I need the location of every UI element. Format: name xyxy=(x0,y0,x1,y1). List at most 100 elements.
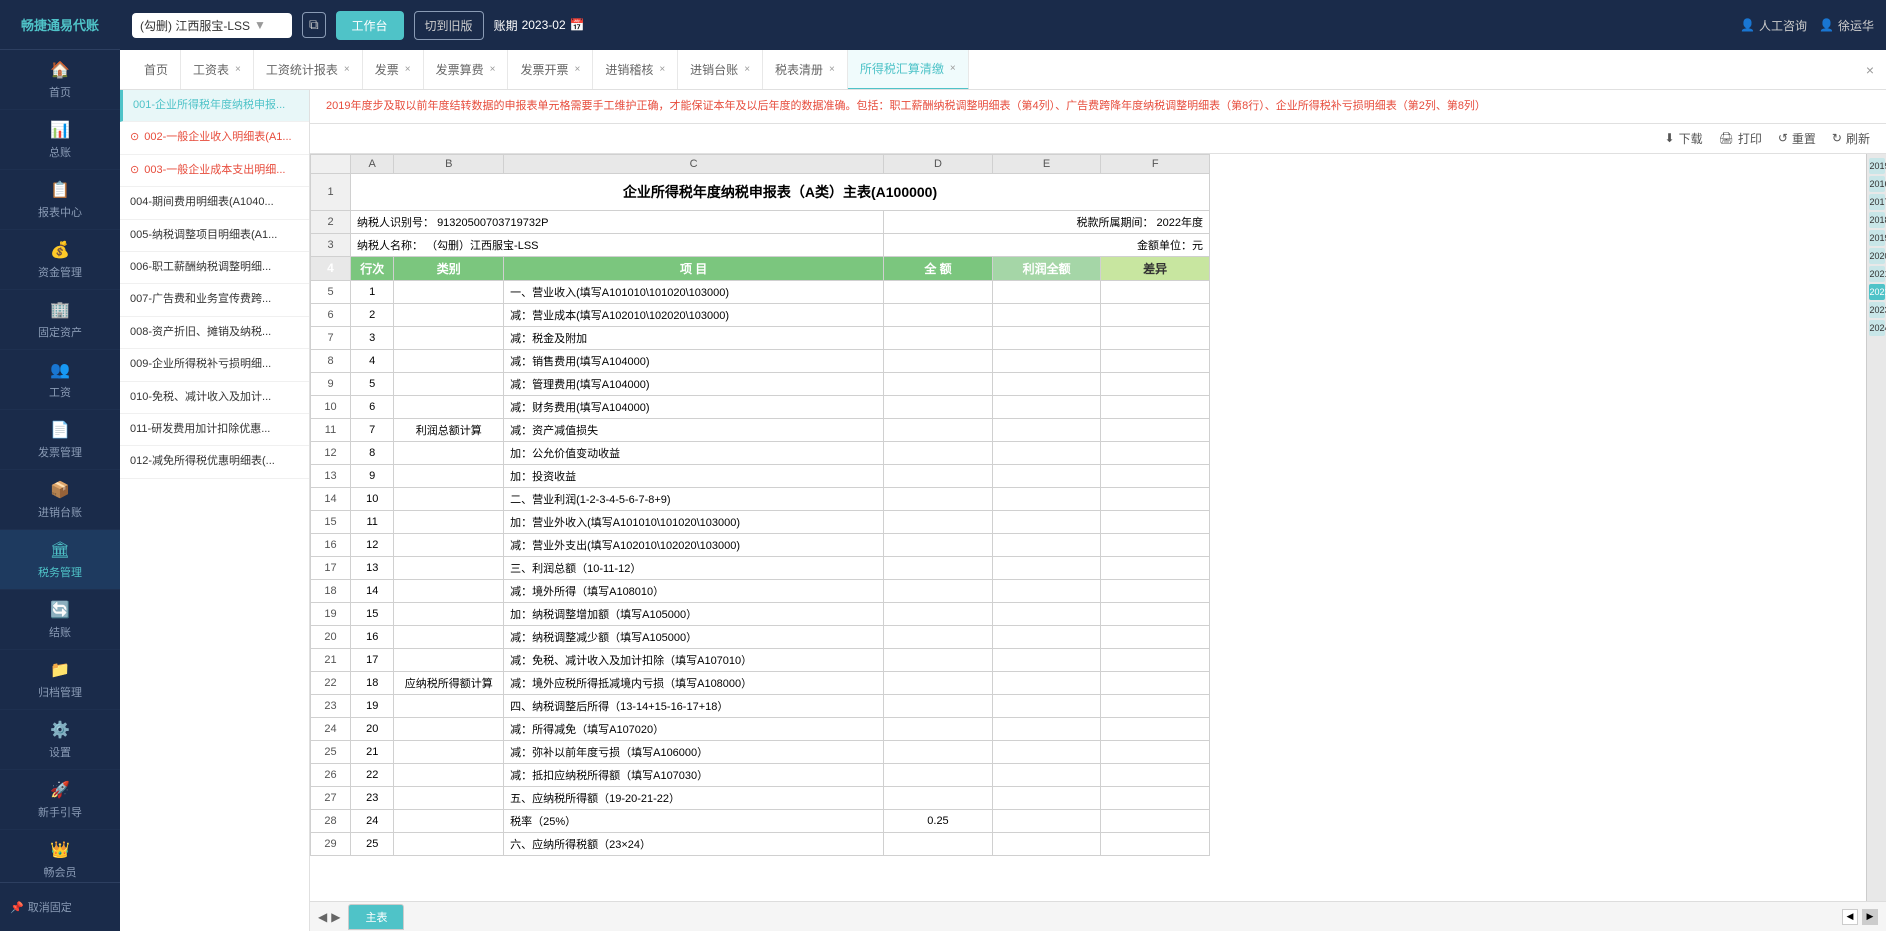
tab-invoice-calc[interactable]: 发票算费 × xyxy=(424,50,509,90)
unpin-button[interactable]: 📌 取消固定 xyxy=(10,893,110,921)
purchase-icon: 📦 xyxy=(50,480,70,500)
close-icon[interactable]: × xyxy=(405,64,411,75)
close-icon[interactable]: × xyxy=(235,64,241,75)
spreadsheet-scroll[interactable]: A B C D E F xyxy=(310,154,1866,902)
tax-list-item-012[interactable]: 012-减免所得税优惠明细表(... xyxy=(120,446,309,478)
error-icon: ⊙ xyxy=(130,164,139,176)
sidebar-item-archive[interactable]: 📁 归档管理 xyxy=(0,650,120,710)
tab-home[interactable]: 首页 xyxy=(132,50,181,90)
year-btn-2018[interactable]: 2018 xyxy=(1869,212,1885,228)
close-all-button[interactable]: × xyxy=(1866,62,1874,78)
tab-tax-clear[interactable]: 税表清册 × xyxy=(763,50,848,90)
year-btn-2019-top[interactable]: 2019 xyxy=(1869,158,1885,174)
close-icon[interactable]: × xyxy=(659,64,665,75)
year-btn-2022[interactable]: 2022 xyxy=(1869,284,1885,300)
tax-list-item-011[interactable]: 011-研发费用加计扣除优惠... xyxy=(120,414,309,446)
tax-icon: 🏛 xyxy=(50,540,70,560)
year-btn-2020[interactable]: 2020 xyxy=(1869,248,1885,264)
close-icon[interactable]: × xyxy=(829,64,835,75)
reports-icon: 📋 xyxy=(50,180,70,200)
sidebar-item-assets[interactable]: 🏢 固定资产 xyxy=(0,290,120,350)
download-button[interactable]: ⬇ 下载 xyxy=(1665,130,1703,147)
sheet-tab-main[interactable]: 主表 xyxy=(348,904,404,930)
close-icon[interactable]: × xyxy=(344,64,350,75)
tax-list-item-007[interactable]: 007-广告费和业务宣传费跨... xyxy=(120,284,309,316)
tab-invoice[interactable]: 发票 × xyxy=(363,50,424,90)
sidebar-item-tax[interactable]: 🏛 税务管理 xyxy=(0,530,120,590)
tax-list-item-label: 007-广告费和业务宣传费跨... xyxy=(130,293,271,305)
sidebar-item-ledger[interactable]: 📊 总账 xyxy=(0,110,120,170)
close-icon[interactable]: × xyxy=(574,64,580,75)
user-profile-button[interactable]: 👤 徐运华 xyxy=(1819,17,1874,34)
table-row: 16 12 减：营业外支出(填写A102010\102020\103000) xyxy=(311,533,1210,556)
tax-list-item-009[interactable]: 009-企业所得税补亏损明细... xyxy=(120,349,309,381)
user-icon: 👤 xyxy=(1819,18,1834,32)
page-nav-right[interactable]: ▶ xyxy=(1862,909,1878,925)
tax-list-item-006[interactable]: 006-职工薪酬纳税调整明细... xyxy=(120,252,309,284)
sidebar-item-invoice[interactable]: 📄 发票管理 xyxy=(0,410,120,470)
year-btn-2017[interactable]: 2017 xyxy=(1869,194,1885,210)
year-btn-2021[interactable]: 2021 xyxy=(1869,266,1885,282)
reset-button[interactable]: ↺ 重置 xyxy=(1778,130,1816,147)
tab-purchase-ledger[interactable]: 进销台账 × xyxy=(678,50,763,90)
sidebar: 畅捷通易代账 🏠 首页 📊 总账 📋 报表中心 💰 资金管理 🏢 固定资产 xyxy=(0,0,120,931)
table-row: 11 7 利润总额计算 减：资产减值损失 xyxy=(311,418,1210,441)
table-title: 企业所得税年度纳税申报表（A类）主表(A100000) xyxy=(351,173,1210,210)
page-nav-left[interactable]: ◀ xyxy=(1842,909,1858,925)
close-icon[interactable]: × xyxy=(950,63,956,74)
sidebar-item-settings[interactable]: ⚙️ 设置 xyxy=(0,710,120,770)
tab-payslip[interactable]: 工资表 × xyxy=(181,50,254,90)
tax-list-item-002[interactable]: ⊙ 002-一般企业收入明细表(A1... xyxy=(120,122,309,154)
sidebar-item-vip[interactable]: 👑 畅会员 xyxy=(0,830,120,882)
year-btn-2019[interactable]: 2019 xyxy=(1869,230,1885,246)
tab-income-tax[interactable]: 所得税汇算清缴 × xyxy=(848,50,969,90)
ai-consult-button[interactable]: 👤 人工咨询 xyxy=(1740,17,1807,34)
sidebar-item-finance[interactable]: 💰 资金管理 xyxy=(0,230,120,290)
sidebar-item-payroll[interactable]: 👥 工资 xyxy=(0,350,120,410)
workbench-button[interactable]: 工作台 xyxy=(336,11,404,40)
assets-icon: 🏢 xyxy=(50,300,70,320)
year-btn-2024[interactable]: 2024 xyxy=(1869,320,1885,336)
sidebar-item-home[interactable]: 🏠 首页 xyxy=(0,50,120,110)
tab-invoice-open[interactable]: 发票开票 × xyxy=(508,50,593,90)
sidebar-bottom[interactable]: 📌 取消固定 xyxy=(0,882,120,931)
calendar-icon[interactable]: 📅 xyxy=(570,18,585,32)
column-header-row: 4 行次 类别 项 目 全 额 利润全额 差异 xyxy=(311,256,1210,280)
refresh-button[interactable]: ↻ 刷新 xyxy=(1832,130,1870,147)
tax-list-item-005[interactable]: 005-纳税调整项目明细表(A1... xyxy=(120,220,309,252)
tax-list-item-label: 002-一般企业收入明细表(A1... xyxy=(144,131,291,143)
switch-old-button[interactable]: 切到旧版 xyxy=(414,11,484,40)
tab-purchase-check[interactable]: 进销稽核 × xyxy=(593,50,678,90)
tax-list-item-010[interactable]: 010-免税、减计收入及加计... xyxy=(120,382,309,414)
tax-list-item-004[interactable]: 004-期间费用明细表(A1040... xyxy=(120,187,309,219)
company-selector[interactable]: (勾删) 江西服宝-LSS ▼ xyxy=(132,13,292,38)
tax-list-item-008[interactable]: 008-资产折旧、摊销及纳税... xyxy=(120,317,309,349)
copy-icon-button[interactable]: ⧉ xyxy=(302,12,326,38)
sidebar-item-reports[interactable]: 📋 报表中心 xyxy=(0,170,120,230)
year-btn-2016[interactable]: 2016 xyxy=(1869,176,1885,192)
tax-list-panel: 001-企业所得税年度纳税申报... ⊙ 002-一般企业收入明细表(A1...… xyxy=(120,90,310,931)
sheet-next-arrow[interactable]: ▶ xyxy=(331,910,340,924)
reset-icon: ↺ xyxy=(1778,131,1788,145)
sidebar-item-guide[interactable]: 🚀 新手引导 xyxy=(0,770,120,830)
table-row: 27 23 五、应纳税所得额（19-20-21-22） xyxy=(311,786,1210,809)
sheet-prev-arrow[interactable]: ◀ xyxy=(318,910,327,924)
settings-icon: ⚙️ xyxy=(50,720,70,740)
row-num-header xyxy=(311,154,351,173)
sidebar-item-settle[interactable]: 🔄 结账 xyxy=(0,590,120,650)
close-icon[interactable]: × xyxy=(744,64,750,75)
sidebar-item-purchase[interactable]: 📦 进销台账 xyxy=(0,470,120,530)
tax-list-item-001[interactable]: 001-企业所得税年度纳税申报... xyxy=(120,90,309,122)
table-row: 20 16 减：纳税调整减少额（填写A105000） xyxy=(311,625,1210,648)
nav-tabs: 首页 工资表 × 工资统计报表 × 发票 × 发票算费 × 发票开票 × xyxy=(120,50,1886,90)
title-row: 1 企业所得税年度纳税申报表（A类）主表(A100000) xyxy=(311,173,1210,210)
print-button[interactable]: 🖨 打印 xyxy=(1719,130,1762,147)
close-icon[interactable]: × xyxy=(490,64,496,75)
tab-purchase-check-label: 进销稽核 xyxy=(605,61,653,78)
tax-list-item-003[interactable]: ⊙ 003-一般企业成本支出明细... xyxy=(120,155,309,187)
year-btn-2023[interactable]: 2023 xyxy=(1869,302,1885,318)
tab-payroll-report[interactable]: 工资统计报表 × xyxy=(254,50,363,90)
refresh-label: 刷新 xyxy=(1846,130,1870,147)
refresh-icon: ↻ xyxy=(1832,131,1842,145)
sidebar-item-label: 新手引导 xyxy=(38,804,82,820)
